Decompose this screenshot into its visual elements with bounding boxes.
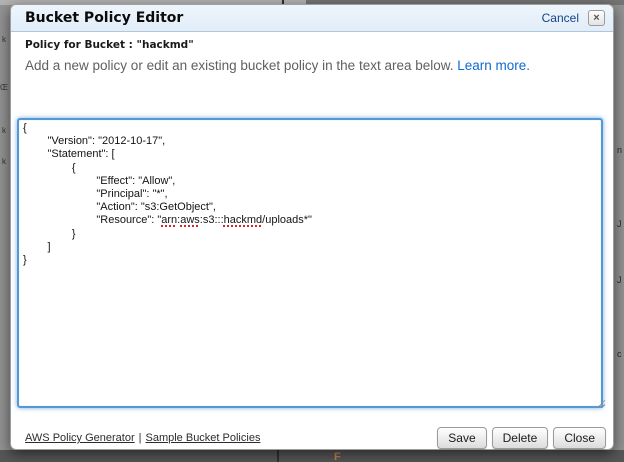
background-text-fragment: J (617, 276, 622, 284)
save-button[interactable]: Save (437, 427, 486, 449)
link-separator: | (139, 432, 142, 444)
background-text-fragment: n (617, 146, 622, 154)
background-text-fragment: k (2, 158, 6, 166)
background-text-fragment: c (617, 350, 622, 358)
close-button[interactable]: Close (553, 427, 606, 449)
background-text-fragment: J (617, 220, 622, 228)
dialog-title: Bucket Policy Editor (25, 10, 183, 26)
background-text-fragment: F (334, 453, 355, 461)
background-page-bottom (0, 450, 624, 462)
description-text: Add a new policy or edit an existing buc… (25, 58, 530, 73)
policy-textarea[interactable]: { "Version": "2012-10-17", "Statement": … (17, 118, 603, 408)
aws-policy-generator-link[interactable]: AWS Policy Generator (25, 432, 135, 444)
cancel-link[interactable]: Cancel (542, 11, 579, 25)
background-text-fragment: Œ (0, 84, 8, 92)
bucket-policy-editor-dialog: Bucket Policy Editor Cancel × Policy for… (10, 4, 614, 450)
delete-button[interactable]: Delete (492, 427, 549, 449)
footer-buttons: Save Delete Close (437, 427, 606, 449)
background-text-fragment: k (2, 36, 6, 44)
screen: F k Œ k k n J J c Bucket Policy Editor C… (0, 0, 624, 462)
dialog-footer: AWS Policy Generator | Sample Bucket Polic… (11, 425, 613, 451)
sample-bucket-policies-link[interactable]: Sample Bucket Policies (146, 432, 261, 444)
background-divider (277, 450, 279, 462)
learn-more-link[interactable]: Learn more. (457, 58, 530, 73)
background-text-fragment: k (2, 127, 6, 135)
policy-for-bucket-label: Policy for Bucket : "hackmd" (25, 39, 194, 51)
dialog-titlebar: Bucket Policy Editor Cancel × (11, 5, 613, 32)
footer-links: AWS Policy Generator | Sample Bucket Polic… (25, 432, 260, 444)
close-icon[interactable]: × (588, 10, 605, 26)
description-body: Add a new policy or edit an existing buc… (25, 58, 454, 73)
